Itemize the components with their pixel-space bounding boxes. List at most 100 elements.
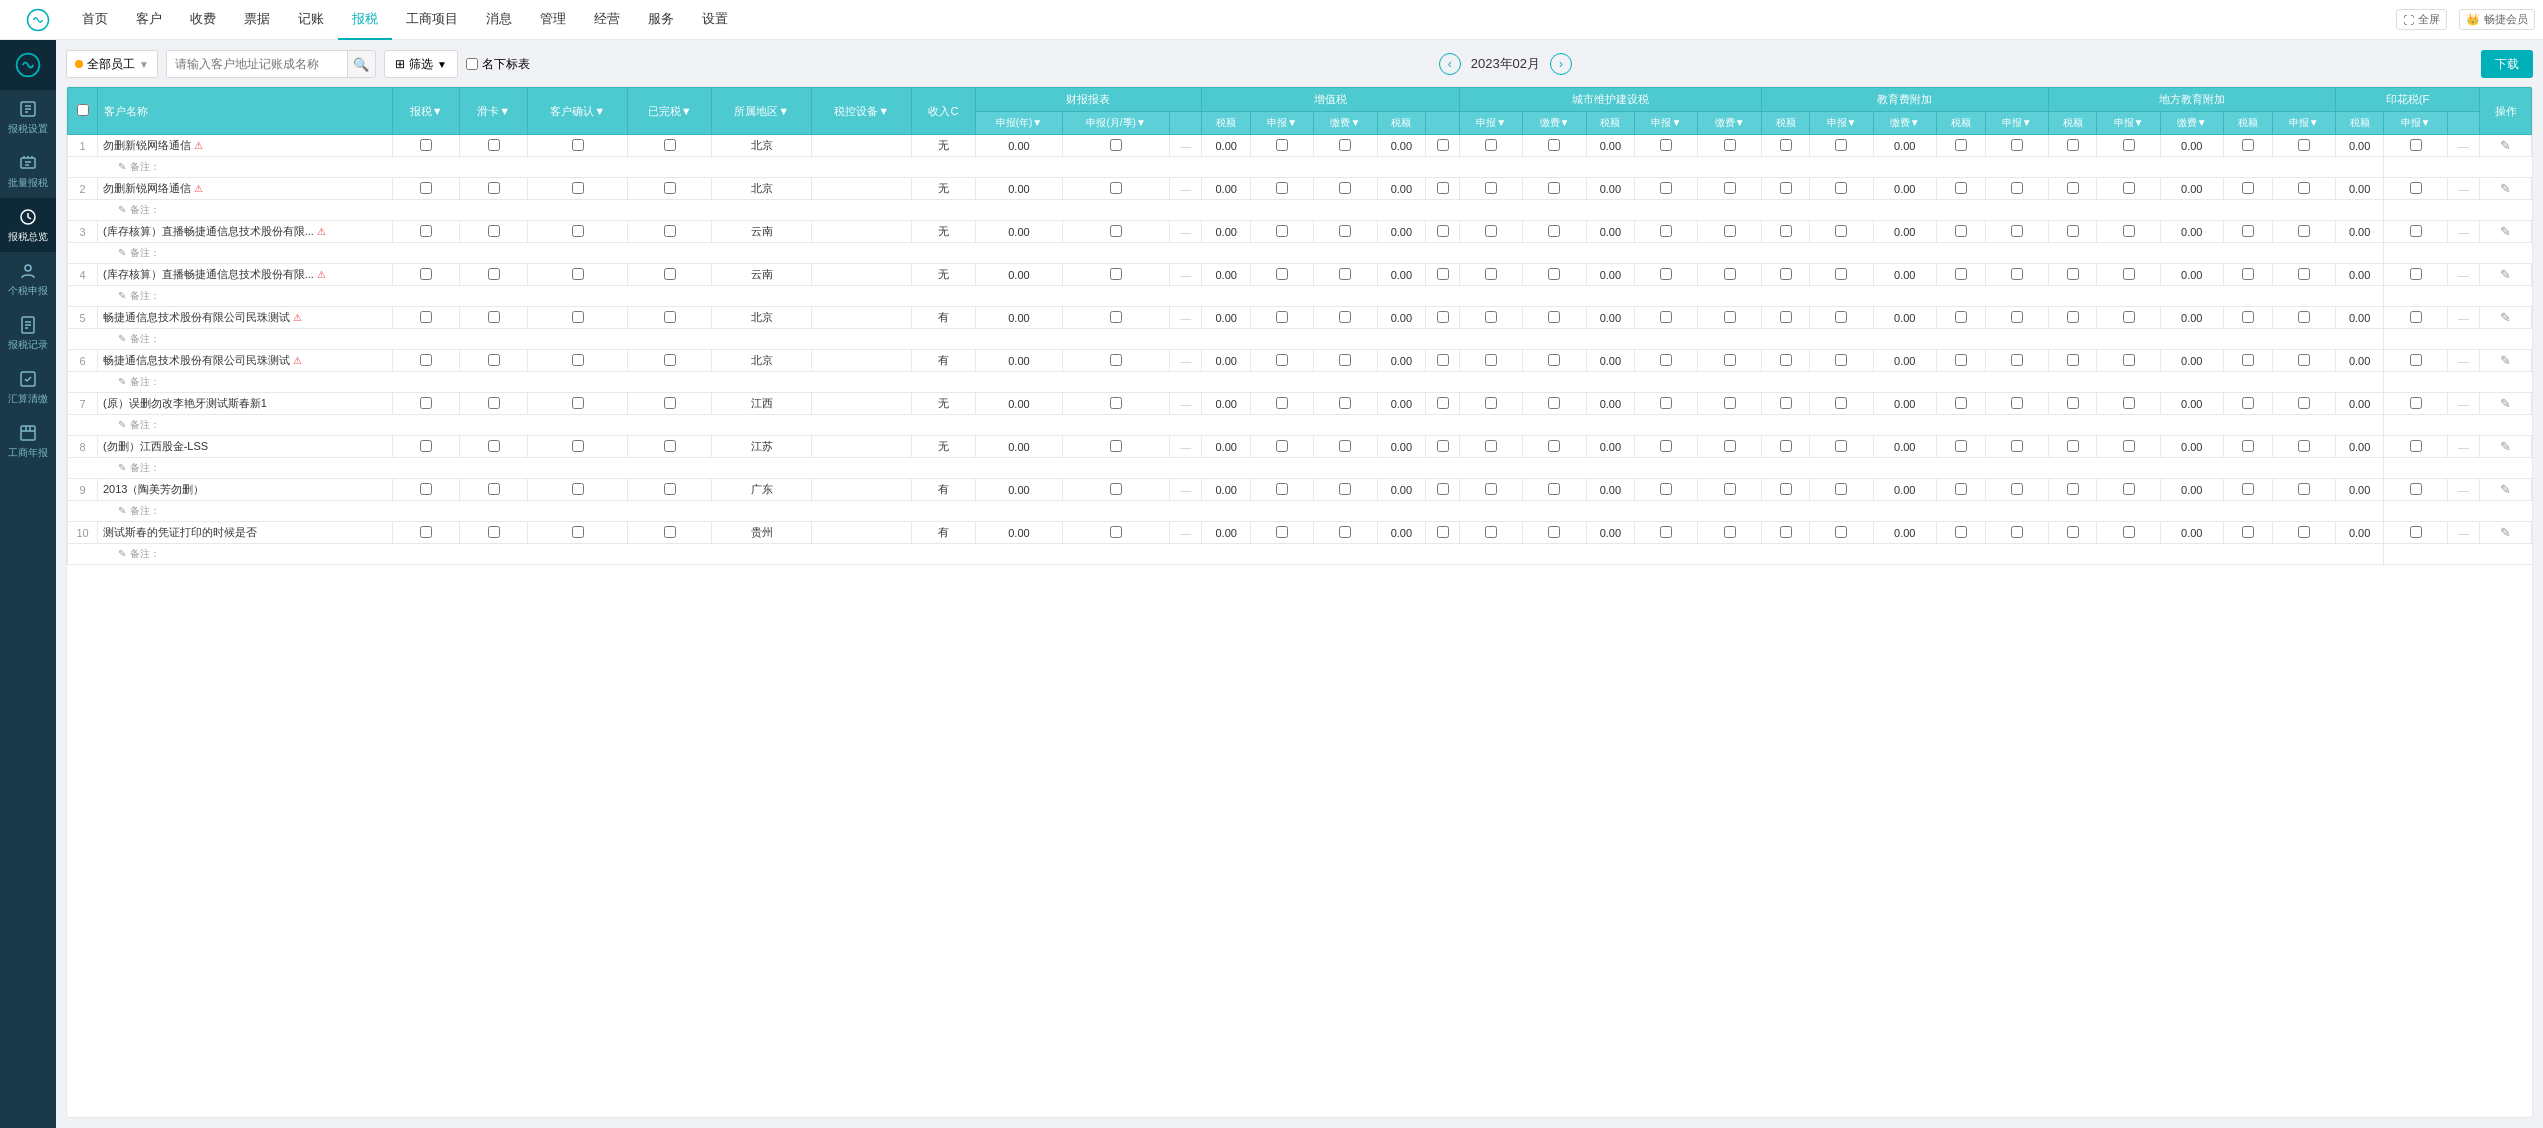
row-checkbox[interactable] [1835,354,1847,366]
row-checkbox[interactable] [2298,225,2310,237]
note-pencil-icon[interactable]: ✎ [118,376,126,387]
row-checkbox[interactable] [1485,440,1497,452]
row-checkbox[interactable] [2123,483,2135,495]
row-checkbox[interactable] [2067,225,2079,237]
note-pencil-icon[interactable]: ✎ [118,247,126,258]
note-pencil-icon[interactable]: ✎ [118,548,126,559]
row-checkbox[interactable] [2242,225,2254,237]
row-checkbox[interactable] [1437,397,1449,409]
row-checkbox[interactable] [420,182,432,194]
row-checkbox[interactable] [1276,483,1288,495]
row-checkbox[interactable] [1955,225,1967,237]
row-checkbox[interactable] [664,182,676,194]
row-checkbox[interactable] [1660,182,1672,194]
row-checkbox[interactable] [572,225,584,237]
row-checkbox[interactable] [1724,397,1736,409]
row-checkbox[interactable] [1548,397,1560,409]
row-checkbox[interactable] [572,526,584,538]
row-checkbox[interactable] [1339,225,1351,237]
edit-button[interactable]: ✎ [2500,525,2511,540]
row-checkbox[interactable] [1437,526,1449,538]
note-pencil-icon[interactable]: ✎ [118,419,126,430]
sidebar-item-tax-record[interactable]: 报税记录 [0,306,56,360]
row-checkbox[interactable] [1276,182,1288,194]
row-checkbox[interactable] [664,397,676,409]
row-checkbox[interactable] [1835,139,1847,151]
edit-button[interactable]: ✎ [2500,353,2511,368]
row-checkbox[interactable] [1660,354,1672,366]
row-checkbox[interactable] [1660,268,1672,280]
row-checkbox[interactable] [2123,354,2135,366]
row-checkbox[interactable] [1548,354,1560,366]
row-checkbox[interactable] [1548,440,1560,452]
row-checkbox[interactable] [1955,397,1967,409]
nav-item-settings[interactable]: 设置 [688,0,742,40]
row-checkbox[interactable] [1660,397,1672,409]
row-checkbox[interactable] [572,311,584,323]
row-checkbox[interactable] [1548,268,1560,280]
next-month-button[interactable]: › [1550,53,1572,75]
row-checkbox[interactable] [1660,225,1672,237]
note-pencil-icon[interactable]: ✎ [118,333,126,344]
row-checkbox[interactable] [2123,397,2135,409]
edit-button[interactable]: ✎ [2500,310,2511,325]
row-checkbox[interactable] [2242,526,2254,538]
row-checkbox[interactable] [1276,526,1288,538]
row-checkbox[interactable] [664,225,676,237]
row-checkbox[interactable] [1110,182,1122,194]
row-checkbox[interactable] [1110,139,1122,151]
row-checkbox[interactable] [2123,225,2135,237]
row-checkbox[interactable] [2298,440,2310,452]
row-checkbox[interactable] [420,397,432,409]
row-checkbox[interactable] [2298,139,2310,151]
row-checkbox[interactable] [420,139,432,151]
note-pencil-icon[interactable]: ✎ [118,505,126,516]
edit-button[interactable]: ✎ [2500,396,2511,411]
prev-month-button[interactable]: ‹ [1439,53,1461,75]
row-checkbox[interactable] [1339,397,1351,409]
row-checkbox[interactable] [1955,440,1967,452]
search-button[interactable]: 🔍 [347,50,375,78]
note-pencil-icon[interactable]: ✎ [118,290,126,301]
row-checkbox[interactable] [664,268,676,280]
row-checkbox[interactable] [488,354,500,366]
select-all-checkbox[interactable] [77,104,89,116]
row-checkbox[interactable] [1437,483,1449,495]
row-checkbox[interactable] [1780,397,1792,409]
row-checkbox[interactable] [1276,354,1288,366]
row-checkbox[interactable] [488,225,500,237]
row-checkbox[interactable] [2011,268,2023,280]
row-checkbox[interactable] [1276,225,1288,237]
nav-item-business[interactable]: 工商项目 [392,0,472,40]
row-checkbox[interactable] [1955,182,1967,194]
row-checkbox[interactable] [1339,440,1351,452]
row-checkbox[interactable] [1485,139,1497,151]
row-checkbox[interactable] [2067,526,2079,538]
row-checkbox[interactable] [1835,225,1847,237]
row-checkbox[interactable] [2410,268,2422,280]
row-checkbox[interactable] [2123,268,2135,280]
nav-item-message[interactable]: 消息 [472,0,526,40]
nav-item-billing[interactable]: 收费 [176,0,230,40]
row-checkbox[interactable] [1548,225,1560,237]
row-checkbox[interactable] [2067,182,2079,194]
row-checkbox[interactable] [1780,268,1792,280]
row-checkbox[interactable] [488,139,500,151]
row-checkbox[interactable] [1835,311,1847,323]
row-checkbox[interactable] [1548,182,1560,194]
row-checkbox[interactable] [2410,225,2422,237]
sidebar-item-overview[interactable]: 报税总览 [0,198,56,252]
row-checkbox[interactable] [1485,182,1497,194]
row-checkbox[interactable] [1780,483,1792,495]
search-input[interactable] [167,51,347,77]
row-checkbox[interactable] [2242,397,2254,409]
note-pencil-icon[interactable]: ✎ [118,462,126,473]
row-checkbox[interactable] [1548,311,1560,323]
row-checkbox[interactable] [2123,526,2135,538]
row-checkbox[interactable] [1955,268,1967,280]
row-checkbox[interactable] [1660,526,1672,538]
row-checkbox[interactable] [2123,311,2135,323]
row-checkbox[interactable] [2410,354,2422,366]
row-checkbox[interactable] [1660,139,1672,151]
my-accounts-checkbox[interactable] [466,58,478,70]
